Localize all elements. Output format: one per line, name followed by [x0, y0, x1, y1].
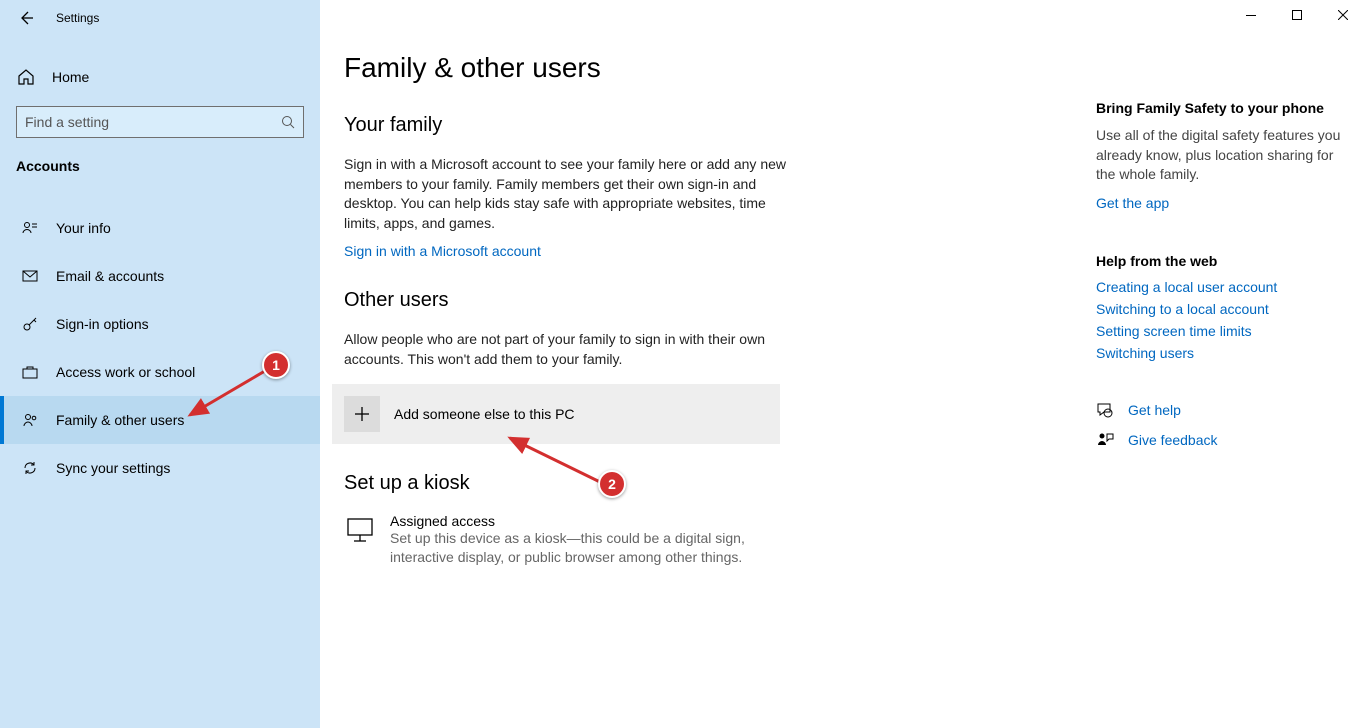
assigned-access-desc: Set up this device as a kiosk—this could… [390, 529, 770, 568]
app-title: Settings [56, 11, 99, 25]
nav-your-info[interactable]: Your info [0, 204, 320, 252]
assigned-access-title: Assigned access [390, 513, 770, 529]
nav-sync-settings[interactable]: Sync your settings [0, 444, 320, 492]
get-help-row[interactable]: Get help [1096, 401, 1346, 419]
get-app-link[interactable]: Get the app [1096, 195, 1169, 211]
nav-list: Your info Email & accounts Sign-in optio… [0, 204, 320, 492]
help-link-screen-time[interactable]: Setting screen time limits [1096, 323, 1346, 339]
nav-label: Sync your settings [56, 460, 170, 476]
help-link-local-user[interactable]: Creating a local user account [1096, 279, 1346, 295]
family-safety-title: Bring Family Safety to your phone [1096, 100, 1346, 116]
search-input[interactable] [25, 114, 281, 130]
nav-label: Email & accounts [56, 268, 164, 284]
add-someone-button[interactable]: Add someone else to this PC [332, 384, 780, 444]
help-link-switch-local[interactable]: Switching to a local account [1096, 301, 1346, 317]
people-icon [20, 410, 40, 430]
sidebar-section-title: Accounts [0, 138, 320, 184]
action-links: Get help Give feedback [1096, 401, 1346, 449]
plus-icon [344, 396, 380, 432]
nav-home[interactable]: Home [0, 56, 320, 98]
home-icon [16, 68, 36, 86]
nav-label: Sign-in options [56, 316, 149, 332]
kiosk-heading: Set up a kiosk [344, 472, 1342, 495]
annotation-marker-1: 1 [262, 351, 290, 379]
nav-home-label: Home [52, 69, 89, 85]
other-users-desc: Allow people who are not part of your fa… [344, 330, 794, 369]
nav-label: Your info [56, 220, 111, 236]
help-link-switching-users[interactable]: Switching users [1096, 345, 1346, 361]
help-web-section: Help from the web Creating a local user … [1096, 253, 1346, 361]
person-card-icon [20, 218, 40, 238]
search-icon [281, 115, 295, 129]
nav-label: Access work or school [56, 364, 195, 380]
titlebar: Settings [0, 0, 320, 36]
family-safety-section: Bring Family Safety to your phone Use al… [1096, 100, 1346, 213]
assigned-access-row[interactable]: Assigned access Set up this device as a … [344, 513, 1342, 568]
nav-email-accounts[interactable]: Email & accounts [0, 252, 320, 300]
family-safety-desc: Use all of the digital safety features y… [1096, 126, 1346, 185]
mail-icon [20, 266, 40, 286]
annotation-marker-2: 2 [598, 470, 626, 498]
sync-icon [20, 458, 40, 478]
page-title: Family & other users [344, 52, 1342, 84]
add-someone-label: Add someone else to this PC [394, 406, 575, 422]
monitor-icon [344, 515, 376, 547]
search-box[interactable] [16, 106, 304, 138]
give-feedback-row[interactable]: Give feedback [1096, 431, 1346, 449]
key-icon [20, 314, 40, 334]
feedback-icon [1096, 431, 1116, 449]
nav-signin-options[interactable]: Sign-in options [0, 300, 320, 348]
give-feedback-link[interactable]: Give feedback [1128, 432, 1218, 448]
chat-help-icon [1096, 401, 1116, 419]
briefcase-icon [20, 362, 40, 382]
get-help-link[interactable]: Get help [1128, 402, 1181, 418]
nav-label: Family & other users [56, 412, 184, 428]
back-button[interactable] [16, 8, 36, 28]
right-panel: Bring Family Safety to your phone Use al… [1096, 100, 1366, 461]
your-family-desc: Sign in with a Microsoft account to see … [344, 155, 794, 233]
help-web-title: Help from the web [1096, 253, 1346, 269]
signin-microsoft-link[interactable]: Sign in with a Microsoft account [344, 243, 541, 259]
nav-family-other-users[interactable]: Family & other users [0, 396, 320, 444]
